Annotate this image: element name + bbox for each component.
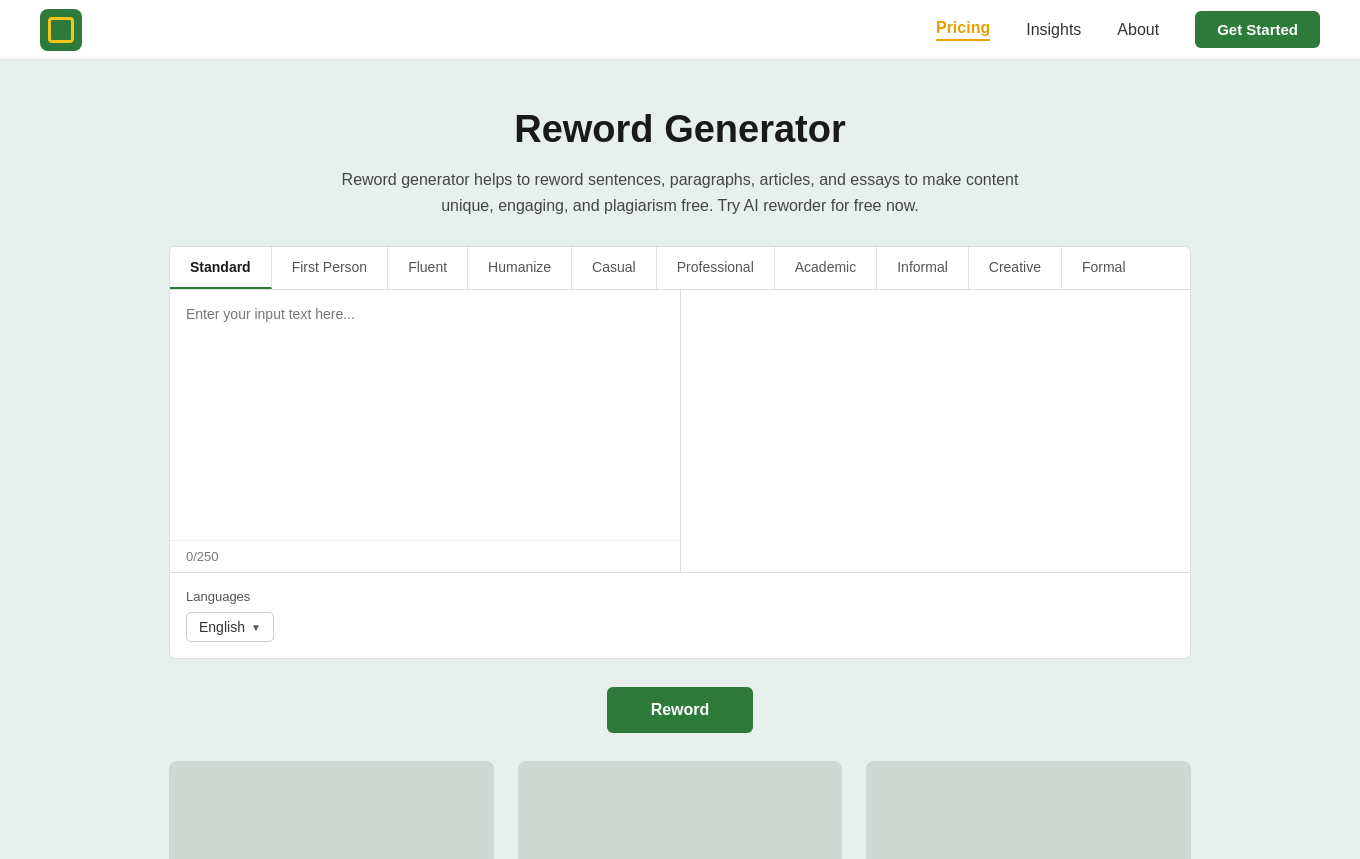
tabs-bar: Standard First Person Fluent Humanize Ca… bbox=[169, 246, 1191, 289]
logo-container bbox=[40, 9, 82, 51]
tab-formal[interactable]: Formal bbox=[1062, 247, 1146, 289]
bottom-card-3 bbox=[866, 761, 1191, 859]
nav-insights[interactable]: Insights bbox=[1026, 21, 1081, 39]
text-areas: 0/250 bbox=[169, 289, 1191, 573]
reword-section: Reword bbox=[0, 687, 1360, 733]
input-textarea[interactable] bbox=[170, 290, 680, 540]
bottom-card-2 bbox=[518, 761, 843, 859]
tab-creative[interactable]: Creative bbox=[969, 247, 1062, 289]
chevron-down-icon: ▼ bbox=[251, 622, 261, 633]
navbar: Pricing Insights About Get Started bbox=[0, 0, 1360, 60]
tab-informal[interactable]: Informal bbox=[877, 247, 969, 289]
hero-section: Reword Generator Reword generator helps … bbox=[0, 60, 1360, 246]
tool-container: Standard First Person Fluent Humanize Ca… bbox=[85, 246, 1275, 659]
hero-description: Reword generator helps to reword sentenc… bbox=[330, 167, 1030, 218]
input-panel: 0/250 bbox=[170, 290, 681, 572]
nav-pricing[interactable]: Pricing bbox=[936, 19, 990, 41]
tab-humanize[interactable]: Humanize bbox=[468, 247, 572, 289]
output-panel bbox=[681, 290, 1191, 572]
output-area bbox=[681, 290, 1191, 572]
bottom-card-1 bbox=[169, 761, 494, 859]
tab-academic[interactable]: Academic bbox=[775, 247, 877, 289]
page-title: Reword Generator bbox=[20, 108, 1340, 151]
nav-about[interactable]: About bbox=[1117, 21, 1159, 39]
logo-icon[interactable] bbox=[40, 9, 82, 51]
nav-links: Pricing Insights About Get Started bbox=[936, 11, 1320, 48]
get-started-button[interactable]: Get Started bbox=[1195, 11, 1320, 48]
languages-label: Languages bbox=[186, 589, 1174, 604]
tab-fluent[interactable]: Fluent bbox=[388, 247, 468, 289]
char-count: 0/250 bbox=[170, 540, 680, 572]
logo-inner-shape bbox=[48, 17, 74, 43]
bottom-cards bbox=[85, 761, 1275, 859]
language-dropdown[interactable]: English ▼ bbox=[186, 612, 274, 642]
tab-casual[interactable]: Casual bbox=[572, 247, 657, 289]
selected-language: English bbox=[199, 619, 245, 635]
tab-standard[interactable]: Standard bbox=[170, 247, 272, 289]
tab-professional[interactable]: Professional bbox=[657, 247, 775, 289]
languages-section: Languages English ▼ bbox=[169, 573, 1191, 659]
tab-first-person[interactable]: First Person bbox=[272, 247, 388, 289]
reword-button[interactable]: Reword bbox=[607, 687, 754, 733]
